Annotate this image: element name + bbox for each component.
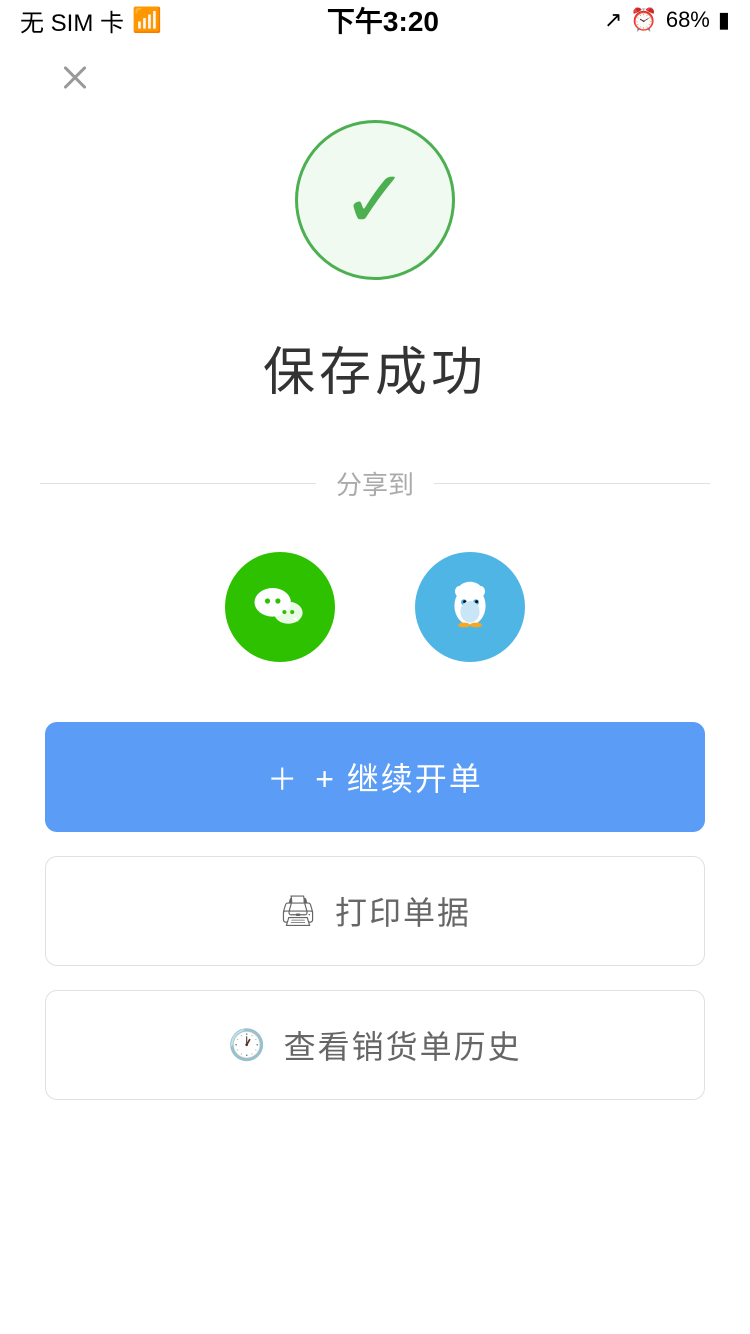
share-icons [40, 552, 710, 662]
divider-line-left [40, 483, 316, 484]
no-sim-text: 无 SIM 卡 [20, 3, 124, 38]
status-time: 下午3:20 [327, 0, 439, 40]
print-icon: 🖨 [279, 894, 319, 929]
clock-icon: 🕐 [228, 1028, 267, 1063]
main-content: ✓ 保存成功 分享到 [0, 40, 750, 1100]
status-right: ↗ ⏰ 68% ▮ [604, 7, 730, 33]
plus-icon: ＋ [267, 755, 299, 799]
continue-button[interactable]: ＋ + 继续开单 [45, 722, 705, 832]
print-label: 打印单据 [335, 888, 471, 934]
checkmark-icon: ✓ [341, 160, 408, 240]
share-label: 分享到 [336, 465, 414, 502]
print-button[interactable]: 🖨 打印单据 [45, 856, 705, 966]
wechat-share-button[interactable] [225, 552, 335, 662]
success-circle: ✓ [295, 120, 455, 280]
status-left: 无 SIM 卡 📶 [20, 3, 162, 38]
qq-icon [440, 577, 500, 637]
action-buttons: ＋ + 继续开单 🖨 打印单据 🕐 查看销货单历史 [45, 722, 705, 1100]
history-label: 查看销货单历史 [284, 1022, 522, 1068]
location-icon: ↗ [604, 7, 622, 33]
qq-share-button[interactable] [415, 552, 525, 662]
success-title: 保存成功 [263, 330, 487, 405]
status-bar: 无 SIM 卡 📶 下午3:20 ↗ ⏰ 68% ▮ [0, 0, 750, 40]
close-button[interactable] [50, 52, 100, 102]
share-divider: 分享到 [40, 465, 710, 502]
history-button[interactable]: 🕐 查看销货单历史 [45, 990, 705, 1100]
wifi-icon: 📶 [132, 6, 162, 35]
battery-icon: ▮ [718, 7, 730, 33]
divider-line-right [434, 483, 710, 484]
share-section: 分享到 [0, 465, 750, 662]
battery-text: 68% [666, 7, 710, 33]
alarm-icon: ⏰ [630, 7, 657, 33]
continue-label: + 继续开单 [315, 754, 483, 800]
wechat-icon [248, 575, 313, 640]
